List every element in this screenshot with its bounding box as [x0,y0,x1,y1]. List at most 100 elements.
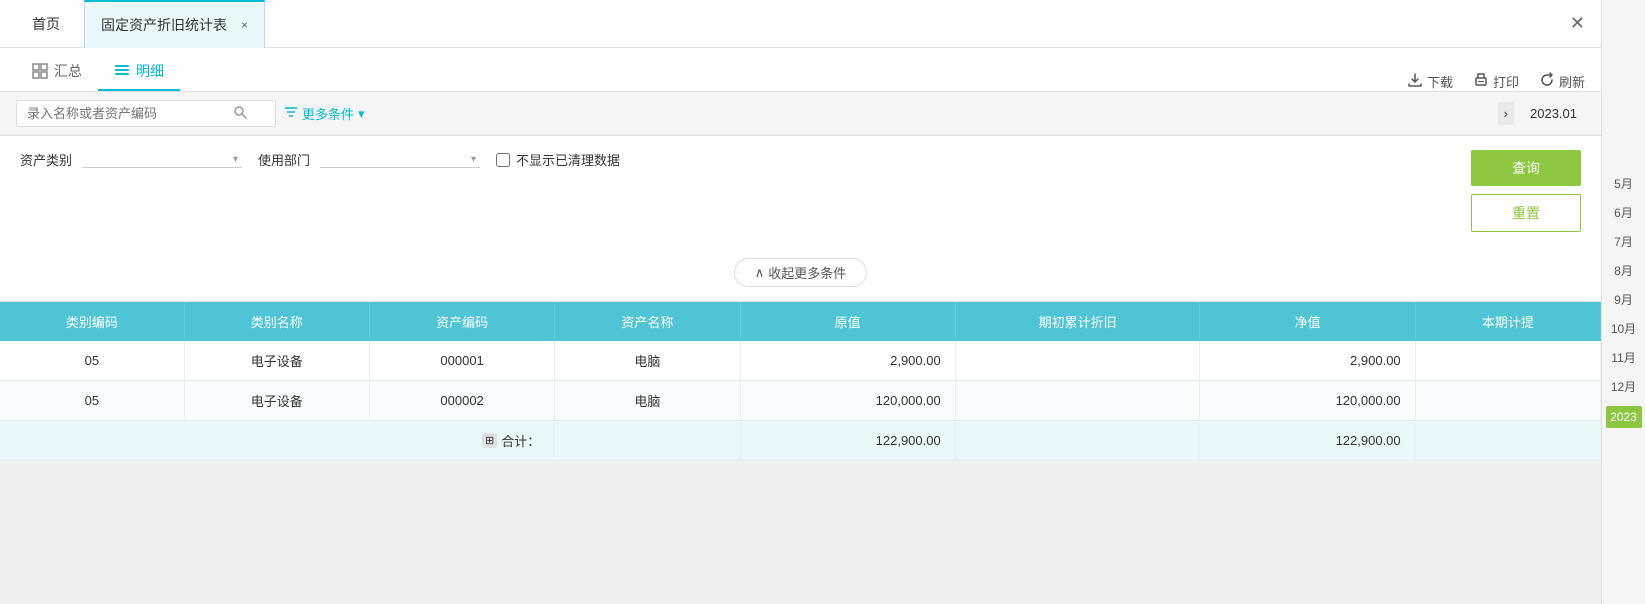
summary-original-value: 122,900.00 [740,421,955,461]
sidebar-month-10[interactable]: 10月 [1604,315,1644,342]
right-sidebar: 5月 6月 7月 8月 9月 10月 11月 12月 2023 [1601,0,1645,604]
hide-cleared-filter: 不显示已清理数据 [496,150,620,169]
sidebar-month-8[interactable]: 8月 [1604,257,1644,284]
sidebar-month-7[interactable]: 7月 [1604,228,1644,255]
search-input[interactable] [27,106,227,121]
sub-tabs-bar: 汇总 明细 下载 打印 [0,48,1601,92]
sidebar-year-badge[interactable]: 2023 [1606,406,1642,428]
table-cell: 05 [0,341,184,381]
filter-icon [284,105,298,122]
table-header-row: 类别编码 类别名称 资产编码 资产名称 原值 期初累计折旧 净值 本期计提 [0,302,1601,341]
table-cell: 05 [0,381,184,421]
department-label: 使用部门 [258,150,310,169]
sidebar-month-5[interactable]: 5月 [1604,170,1644,197]
tab-detail[interactable]: 明细 [98,53,180,91]
more-filter-button[interactable]: 更多条件 ▾ [284,104,365,123]
query-button[interactable]: 查询 [1471,150,1581,186]
asset-type-select[interactable]: ▾ [82,152,242,168]
detail-icon [114,63,130,79]
search-bar-right: › 2023.01 [1498,102,1585,125]
table-cell: 000002 [369,381,554,421]
table-cell [1415,381,1600,421]
table-cell: 000001 [369,341,554,381]
asset-type-arrow-icon: ▾ [233,154,238,165]
table-wrap: 类别编码 类别名称 资产编码 资产名称 原值 期初累计折旧 净值 本期计提 05… [0,302,1601,461]
col-asset-code: 资产编码 [369,302,554,341]
top-nav: 首页 固定资产折旧统计表 × ✕ [0,0,1601,48]
department-select[interactable]: ▾ [320,152,480,168]
search-icon[interactable] [233,105,247,122]
summary-net-value: 122,900.00 [1200,421,1415,461]
sidebar-month-9[interactable]: 9月 [1604,286,1644,313]
print-icon [1473,72,1489,91]
table-cell: 电子设备 [184,381,369,421]
collapse-label: 收起更多条件 [768,263,846,282]
table-cell: 2,900.00 [1200,341,1415,381]
summary-empty-4 [555,421,740,461]
table-cell: 电脑 [555,381,740,421]
hide-cleared-checkbox[interactable] [496,153,510,167]
download-icon [1407,72,1423,91]
more-filter-label: 更多条件 [302,104,354,123]
period-nav-button[interactable]: › [1498,102,1514,125]
hide-cleared-label: 不显示已清理数据 [516,150,620,169]
summary-icon [32,63,48,79]
col-net-value: 净值 [1200,302,1415,341]
hide-cleared-checkbox-wrap[interactable]: 不显示已清理数据 [496,150,620,169]
tab-close-icon[interactable]: × [241,18,248,32]
col-category-name: 类别名称 [184,302,369,341]
table-cell: 120,000.00 [740,381,955,421]
summary-label: 汇总 [54,61,82,81]
print-button[interactable]: 打印 [1473,72,1519,91]
data-table: 类别编码 类别名称 资产编码 资产名称 原值 期初累计折旧 净值 本期计提 05… [0,302,1601,461]
col-category-code: 类别编码 [0,302,184,341]
table-cell: 2,900.00 [740,341,955,381]
table-row: 05电子设备000002电脑120,000.00120,000.00 [0,381,1601,421]
sidebar-month-6[interactable]: 6月 [1604,199,1644,226]
table-cell: 电子设备 [184,341,369,381]
department-arrow-icon: ▾ [471,154,476,165]
search-bar: 更多条件 ▾ › 2023.01 [0,92,1601,136]
collapse-bar: ∧ 收起更多条件 [20,258,1581,287]
table-cell [955,341,1200,381]
search-input-wrap[interactable] [16,100,276,127]
table-cell: 电脑 [555,341,740,381]
refresh-button[interactable]: 刷新 [1539,72,1585,91]
reset-button[interactable]: 重置 [1471,194,1581,232]
date-display: 2023.01 [1522,102,1585,125]
filter-actions: 查询 重置 [1471,150,1581,232]
refresh-icon [1539,72,1555,91]
table-row: 05电子设备000001电脑2,900.002,900.00 [0,341,1601,381]
toolbar-right: 下载 打印 刷新 [1407,72,1585,91]
table-cell [955,381,1200,421]
department-filter: 使用部门 ▾ [258,150,480,169]
asset-type-label: 资产类别 [20,150,72,169]
chevron-down-icon: ▾ [358,106,365,122]
filter-area: 资产类别 ▾ 使用部门 ▾ 不显示已清理数据 查询 [0,136,1601,302]
summary-label-cell: ⊞合计： [0,421,555,461]
col-original-value: 原值 [740,302,955,341]
window-close-icon[interactable]: ✕ [1570,13,1585,34]
active-tab[interactable]: 固定资产折旧统计表 × [84,0,265,48]
col-current-period: 本期计提 [1415,302,1600,341]
summary-current-period [1415,421,1600,461]
asset-type-filter: 资产类别 ▾ [20,150,242,169]
refresh-label: 刷新 [1559,72,1585,91]
summary-row: ⊞合计： 122,900.00 122,900.00 [0,421,1601,461]
sidebar-month-12[interactable]: 12月 [1604,373,1644,400]
summary-accumulated [955,421,1200,461]
print-label: 打印 [1493,72,1519,91]
col-accumulated-depreciation: 期初累计折旧 [955,302,1200,341]
tab-summary[interactable]: 汇总 [16,53,98,91]
tab-label: 固定资产折旧统计表 [101,15,227,35]
detail-label: 明细 [136,61,164,81]
col-asset-name: 资产名称 [555,302,740,341]
sidebar-month-11[interactable]: 11月 [1604,344,1644,371]
table-cell [1415,341,1600,381]
collapse-icon: ∧ [755,265,765,281]
table-cell: 120,000.00 [1200,381,1415,421]
collapse-button[interactable]: ∧ 收起更多条件 [734,258,868,287]
download-button[interactable]: 下载 [1407,72,1453,91]
download-label: 下载 [1427,72,1453,91]
home-nav-item[interactable]: 首页 [16,14,76,34]
